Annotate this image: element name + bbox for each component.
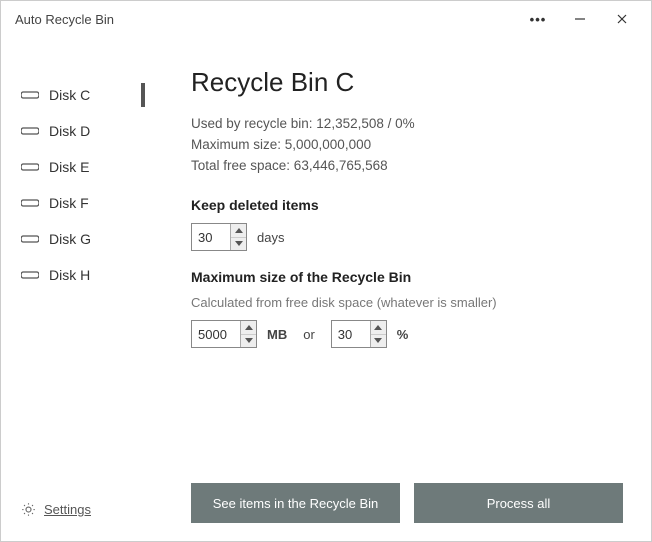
content: Disk C Disk D Disk E Disk F bbox=[1, 37, 651, 541]
settings-label: Settings bbox=[44, 502, 91, 517]
keep-days-input[interactable] bbox=[192, 224, 230, 250]
sidebar-item-label: Disk D bbox=[49, 123, 90, 139]
chevron-down-icon bbox=[374, 338, 382, 343]
gear-icon bbox=[21, 502, 36, 517]
disk-icon bbox=[21, 197, 39, 209]
more-button[interactable]: ••• bbox=[517, 5, 559, 33]
or-text: or bbox=[303, 327, 315, 342]
keep-days-up[interactable] bbox=[231, 224, 246, 238]
sidebar-item-label: Disk F bbox=[49, 195, 89, 211]
keep-section-title: Keep deleted items bbox=[191, 197, 623, 213]
app-window: Auto Recycle Bin ••• Disk C Disk D bbox=[0, 0, 652, 542]
page-title: Recycle Bin C bbox=[191, 67, 623, 98]
more-icon: ••• bbox=[530, 12, 547, 27]
total-free-space: Total free space: 63,446,765,568 bbox=[191, 158, 623, 173]
chevron-down-icon bbox=[245, 338, 253, 343]
minimize-icon bbox=[574, 13, 586, 25]
titlebar: Auto Recycle Bin ••• bbox=[1, 1, 651, 37]
size-mb-input[interactable] bbox=[192, 321, 240, 347]
sidebar-item-disk-d[interactable]: Disk D bbox=[1, 113, 161, 149]
size-hint: Calculated from free disk space (whateve… bbox=[191, 295, 623, 310]
chevron-up-icon bbox=[235, 228, 243, 233]
sidebar-item-label: Disk H bbox=[49, 267, 90, 283]
keep-days-down[interactable] bbox=[231, 238, 246, 251]
disk-icon bbox=[21, 125, 39, 137]
size-mb-down[interactable] bbox=[241, 335, 256, 348]
sidebar-item-disk-c[interactable]: Disk C bbox=[1, 77, 161, 113]
size-section-title: Maximum size of the Recycle Bin bbox=[191, 269, 623, 285]
disk-icon bbox=[21, 89, 39, 101]
sidebar-item-disk-h[interactable]: Disk H bbox=[1, 257, 161, 293]
sidebar: Disk C Disk D Disk E Disk F bbox=[1, 37, 161, 541]
disk-icon bbox=[21, 269, 39, 281]
main-panel: Recycle Bin C Used by recycle bin: 12,35… bbox=[161, 37, 651, 541]
sidebar-item-label: Disk E bbox=[49, 159, 89, 175]
size-mb-spinner bbox=[191, 320, 257, 348]
disk-icon bbox=[21, 233, 39, 245]
size-mb-up[interactable] bbox=[241, 321, 256, 335]
see-items-button[interactable]: See items in the Recycle Bin bbox=[191, 483, 400, 523]
process-all-button[interactable]: Process all bbox=[414, 483, 623, 523]
chevron-down-icon bbox=[235, 241, 243, 246]
maximum-size: Maximum size: 5,000,000,000 bbox=[191, 137, 623, 152]
minimize-button[interactable] bbox=[559, 5, 601, 33]
mb-unit: MB bbox=[267, 327, 287, 342]
keep-days-spinner bbox=[191, 223, 247, 251]
chevron-up-icon bbox=[374, 325, 382, 330]
settings-link[interactable]: Settings bbox=[1, 492, 161, 531]
disk-icon bbox=[21, 161, 39, 173]
close-button[interactable] bbox=[601, 5, 643, 33]
used-by-recycle-bin: Used by recycle bin: 12,352,508 / 0% bbox=[191, 116, 623, 131]
sidebar-item-disk-e[interactable]: Disk E bbox=[1, 149, 161, 185]
chevron-up-icon bbox=[245, 325, 253, 330]
size-pct-spinner bbox=[331, 320, 387, 348]
percent-unit: % bbox=[397, 327, 409, 342]
size-pct-up[interactable] bbox=[371, 321, 386, 335]
sidebar-item-disk-g[interactable]: Disk G bbox=[1, 221, 161, 257]
sidebar-item-label: Disk C bbox=[49, 87, 90, 103]
close-icon bbox=[616, 13, 628, 25]
size-pct-down[interactable] bbox=[371, 335, 386, 348]
sidebar-item-disk-f[interactable]: Disk F bbox=[1, 185, 161, 221]
days-unit: days bbox=[257, 230, 284, 245]
size-pct-input[interactable] bbox=[332, 321, 370, 347]
sidebar-item-label: Disk G bbox=[49, 231, 91, 247]
window-title: Auto Recycle Bin bbox=[15, 12, 114, 27]
